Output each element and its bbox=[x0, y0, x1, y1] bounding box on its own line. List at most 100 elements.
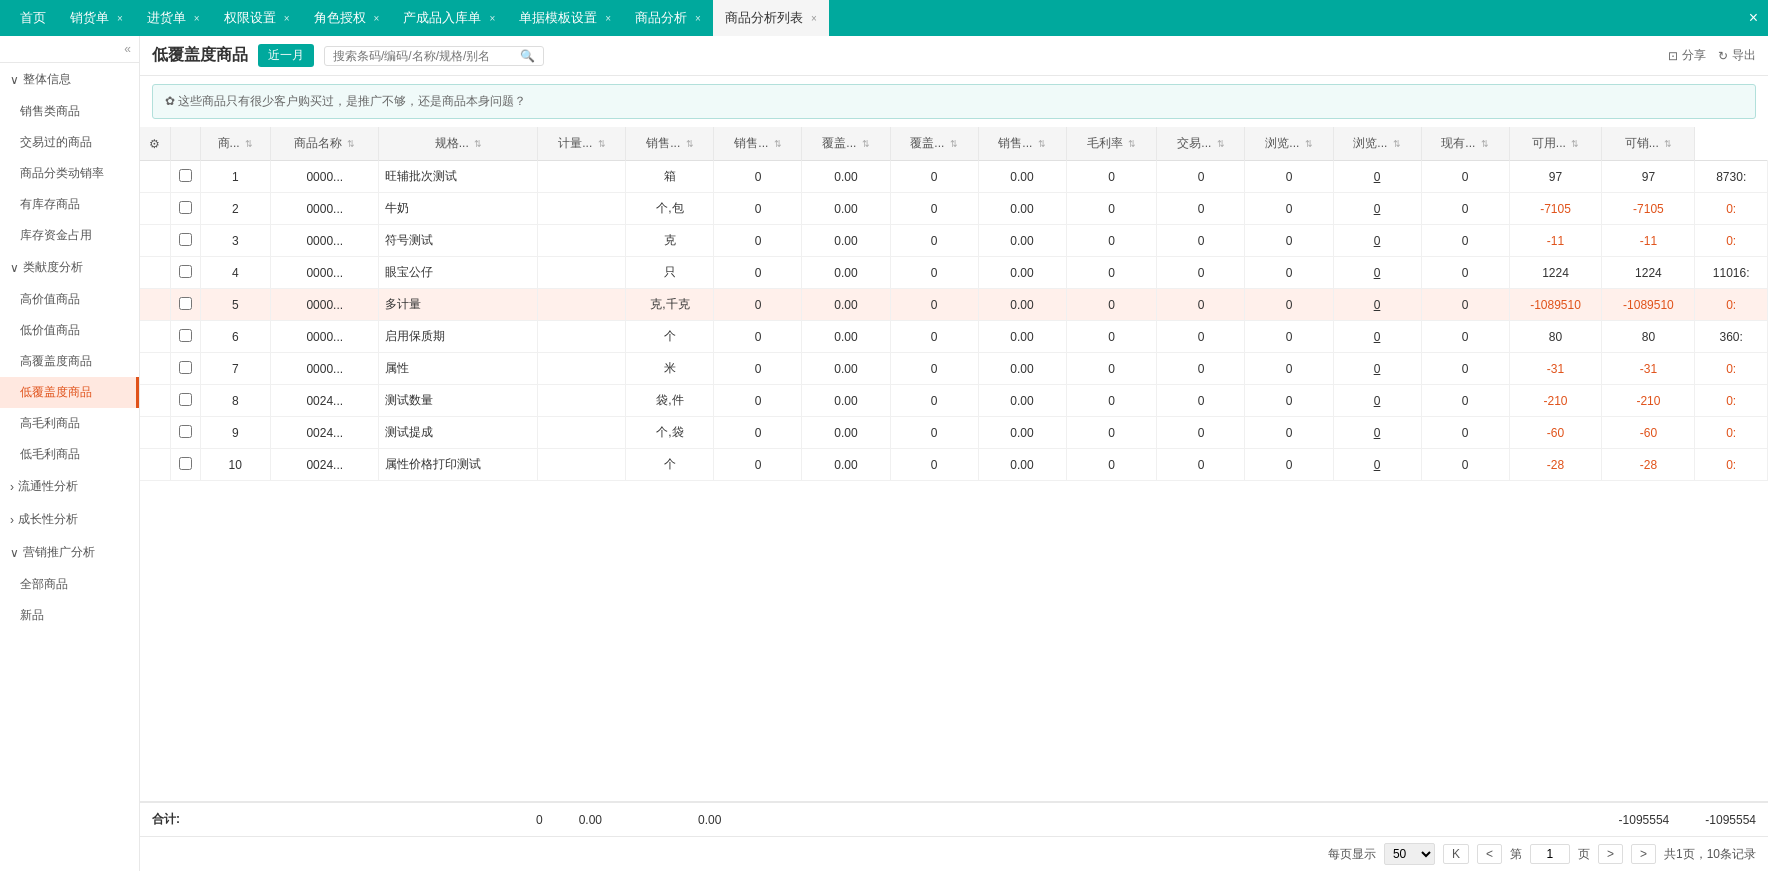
row-checkbox[interactable] bbox=[170, 385, 200, 417]
window-close-button[interactable]: × bbox=[1749, 9, 1758, 27]
sidebar-section-flow[interactable]: › 流通性分析 bbox=[0, 470, 139, 503]
coverage2-column-header[interactable]: 覆盖... ⇅ bbox=[890, 127, 978, 161]
date-filter-button[interactable]: 近一月 bbox=[258, 44, 314, 67]
sidebar-item-low-coverage[interactable]: 低覆盖度商品 bbox=[0, 377, 139, 408]
row-browse1[interactable]: 0 bbox=[1333, 353, 1421, 385]
next-page-button[interactable]: > bbox=[1598, 844, 1623, 864]
row-settings[interactable] bbox=[140, 353, 170, 385]
close-icon[interactable]: × bbox=[489, 13, 495, 24]
sidebar-section-growth[interactable]: › 成长性分析 bbox=[0, 503, 139, 536]
nav-tab-product-analysis-list[interactable]: 商品分析列表 × bbox=[713, 0, 829, 36]
row-browse1[interactable]: 0 bbox=[1333, 193, 1421, 225]
close-icon[interactable]: × bbox=[284, 13, 290, 24]
sidebar-section-marketing[interactable]: ∨ 营销推广分析 bbox=[0, 536, 139, 569]
row-checkbox[interactable] bbox=[170, 225, 200, 257]
close-icon[interactable]: × bbox=[695, 13, 701, 24]
row-gross-margin: 0 bbox=[1157, 225, 1245, 257]
browse2-column-header[interactable]: 浏览... ⇅ bbox=[1333, 127, 1421, 161]
sales-qty-column-header[interactable]: 销售... ⇅ bbox=[626, 127, 714, 161]
sidebar-item-in-stock[interactable]: 有库存商品 bbox=[0, 189, 139, 220]
row-browse1[interactable]: 0 bbox=[1333, 449, 1421, 481]
sidebar-item-stock-capital[interactable]: 库存资金占用 bbox=[0, 220, 139, 251]
row-checkbox[interactable] bbox=[170, 321, 200, 353]
sidebar-item-sales-goods[interactable]: 销售类商品 bbox=[0, 96, 139, 127]
sidebar-item-high-value[interactable]: 高价值商品 bbox=[0, 284, 139, 315]
sellable-column-header[interactable]: 可销... ⇅ bbox=[1602, 127, 1695, 161]
prev-page-button[interactable]: < bbox=[1477, 844, 1502, 864]
row-browse1[interactable]: 0 bbox=[1333, 161, 1421, 193]
sidebar-collapse-button[interactable]: « bbox=[0, 36, 139, 63]
row-browse1[interactable]: 0 bbox=[1333, 257, 1421, 289]
name-column-header[interactable]: 商品名称 ⇅ bbox=[271, 127, 379, 161]
row-sales-other: 0 bbox=[1066, 353, 1157, 385]
nav-tab-product-analysis[interactable]: 商品分析 × bbox=[623, 0, 713, 36]
nav-tab-purchase[interactable]: 进货单 × bbox=[135, 0, 212, 36]
close-icon[interactable]: × bbox=[374, 13, 380, 24]
unit-column-header[interactable]: 计量... ⇅ bbox=[538, 127, 626, 161]
gross-margin-column-header[interactable]: 毛利率 ⇅ bbox=[1066, 127, 1157, 161]
row-checkbox[interactable] bbox=[170, 193, 200, 225]
close-icon[interactable]: × bbox=[117, 13, 123, 24]
settings-column-header[interactable]: ⚙ bbox=[140, 127, 170, 161]
browse1-column-header[interactable]: 浏览... ⇅ bbox=[1245, 127, 1333, 161]
sidebar-section-overall[interactable]: ∨ 整体信息 bbox=[0, 63, 139, 96]
row-checkbox[interactable] bbox=[170, 417, 200, 449]
row-settings[interactable] bbox=[140, 161, 170, 193]
row-settings[interactable] bbox=[140, 449, 170, 481]
row-settings[interactable] bbox=[140, 225, 170, 257]
current-stock-column-header[interactable]: 现有... ⇅ bbox=[1421, 127, 1509, 161]
sidebar-item-low-margin[interactable]: 低毛利商品 bbox=[0, 439, 139, 470]
sales-other-column-header[interactable]: 销售... ⇅ bbox=[978, 127, 1066, 161]
search-input[interactable] bbox=[333, 49, 516, 63]
sidebar-section-richness[interactable]: ∨ 类献度分析 bbox=[0, 251, 139, 284]
close-icon[interactable]: × bbox=[194, 13, 200, 24]
spec-column-header[interactable]: 规格... ⇅ bbox=[379, 127, 538, 161]
close-icon[interactable]: × bbox=[605, 13, 611, 24]
nav-tab-sales[interactable]: 销货单 × bbox=[58, 0, 135, 36]
row-checkbox[interactable] bbox=[170, 449, 200, 481]
sidebar-item-high-margin[interactable]: 高毛利商品 bbox=[0, 408, 139, 439]
row-settings[interactable] bbox=[140, 257, 170, 289]
row-settings[interactable] bbox=[140, 289, 170, 321]
sidebar-item-low-value[interactable]: 低价值商品 bbox=[0, 315, 139, 346]
row-settings[interactable] bbox=[140, 321, 170, 353]
code-column-header[interactable]: 商... ⇅ bbox=[200, 127, 271, 161]
row-browse1[interactable]: 0 bbox=[1333, 417, 1421, 449]
first-page-button[interactable]: K bbox=[1443, 844, 1469, 864]
transaction-column-header[interactable]: 交易... ⇅ bbox=[1157, 127, 1245, 161]
page-size-select[interactable]: 50 20 100 200 bbox=[1384, 843, 1435, 865]
sidebar-item-high-coverage[interactable]: 高覆盖度商品 bbox=[0, 346, 139, 377]
row-browse1[interactable]: 0 bbox=[1333, 321, 1421, 353]
share-button[interactable]: ⊡ 分享 bbox=[1668, 47, 1706, 64]
row-settings[interactable] bbox=[140, 417, 170, 449]
sidebar-item-category-sales-rate[interactable]: 商品分类动销率 bbox=[0, 158, 139, 189]
row-browse1[interactable]: 0 bbox=[1333, 289, 1421, 321]
search-icon[interactable]: 🔍 bbox=[520, 49, 535, 63]
row-checkbox[interactable] bbox=[170, 161, 200, 193]
last-page-button[interactable]: > bbox=[1631, 844, 1656, 864]
nav-tab-home[interactable]: 首页 bbox=[8, 0, 58, 36]
export-button[interactable]: ↻ 导出 bbox=[1718, 47, 1756, 64]
row-browse1[interactable]: 0 bbox=[1333, 225, 1421, 257]
row-browse1[interactable]: 0 bbox=[1333, 385, 1421, 417]
row-sales-qty: 0 bbox=[714, 193, 802, 225]
sidebar-item-traded-goods[interactable]: 交易过的商品 bbox=[0, 127, 139, 158]
nav-tab-product-warehouse[interactable]: 产成品入库单 × bbox=[391, 0, 507, 36]
table-container[interactable]: ⚙ 商... ⇅ 商品名称 ⇅ 规格... ⇅ 计量... ⇅ 销售... ⇅ … bbox=[140, 127, 1768, 801]
sidebar-item-new-goods[interactable]: 新品 bbox=[0, 600, 139, 631]
close-icon[interactable]: × bbox=[811, 13, 817, 24]
available-column-header[interactable]: 可用... ⇅ bbox=[1509, 127, 1602, 161]
row-settings[interactable] bbox=[140, 385, 170, 417]
row-checkbox[interactable] bbox=[170, 353, 200, 385]
row-settings[interactable] bbox=[140, 193, 170, 225]
nav-tab-template[interactable]: 单据模板设置 × bbox=[507, 0, 623, 36]
page-number-input[interactable] bbox=[1530, 844, 1570, 864]
nav-tab-roles[interactable]: 角色授权 × bbox=[302, 0, 392, 36]
row-checkbox[interactable] bbox=[170, 257, 200, 289]
row-code: 0024... bbox=[271, 417, 379, 449]
nav-tab-permissions[interactable]: 权限设置 × bbox=[212, 0, 302, 36]
sidebar-item-all-goods[interactable]: 全部商品 bbox=[0, 569, 139, 600]
coverage1-column-header[interactable]: 覆盖... ⇅ bbox=[802, 127, 890, 161]
row-checkbox[interactable] bbox=[170, 289, 200, 321]
sales-amt-column-header[interactable]: 销售... ⇅ bbox=[714, 127, 802, 161]
